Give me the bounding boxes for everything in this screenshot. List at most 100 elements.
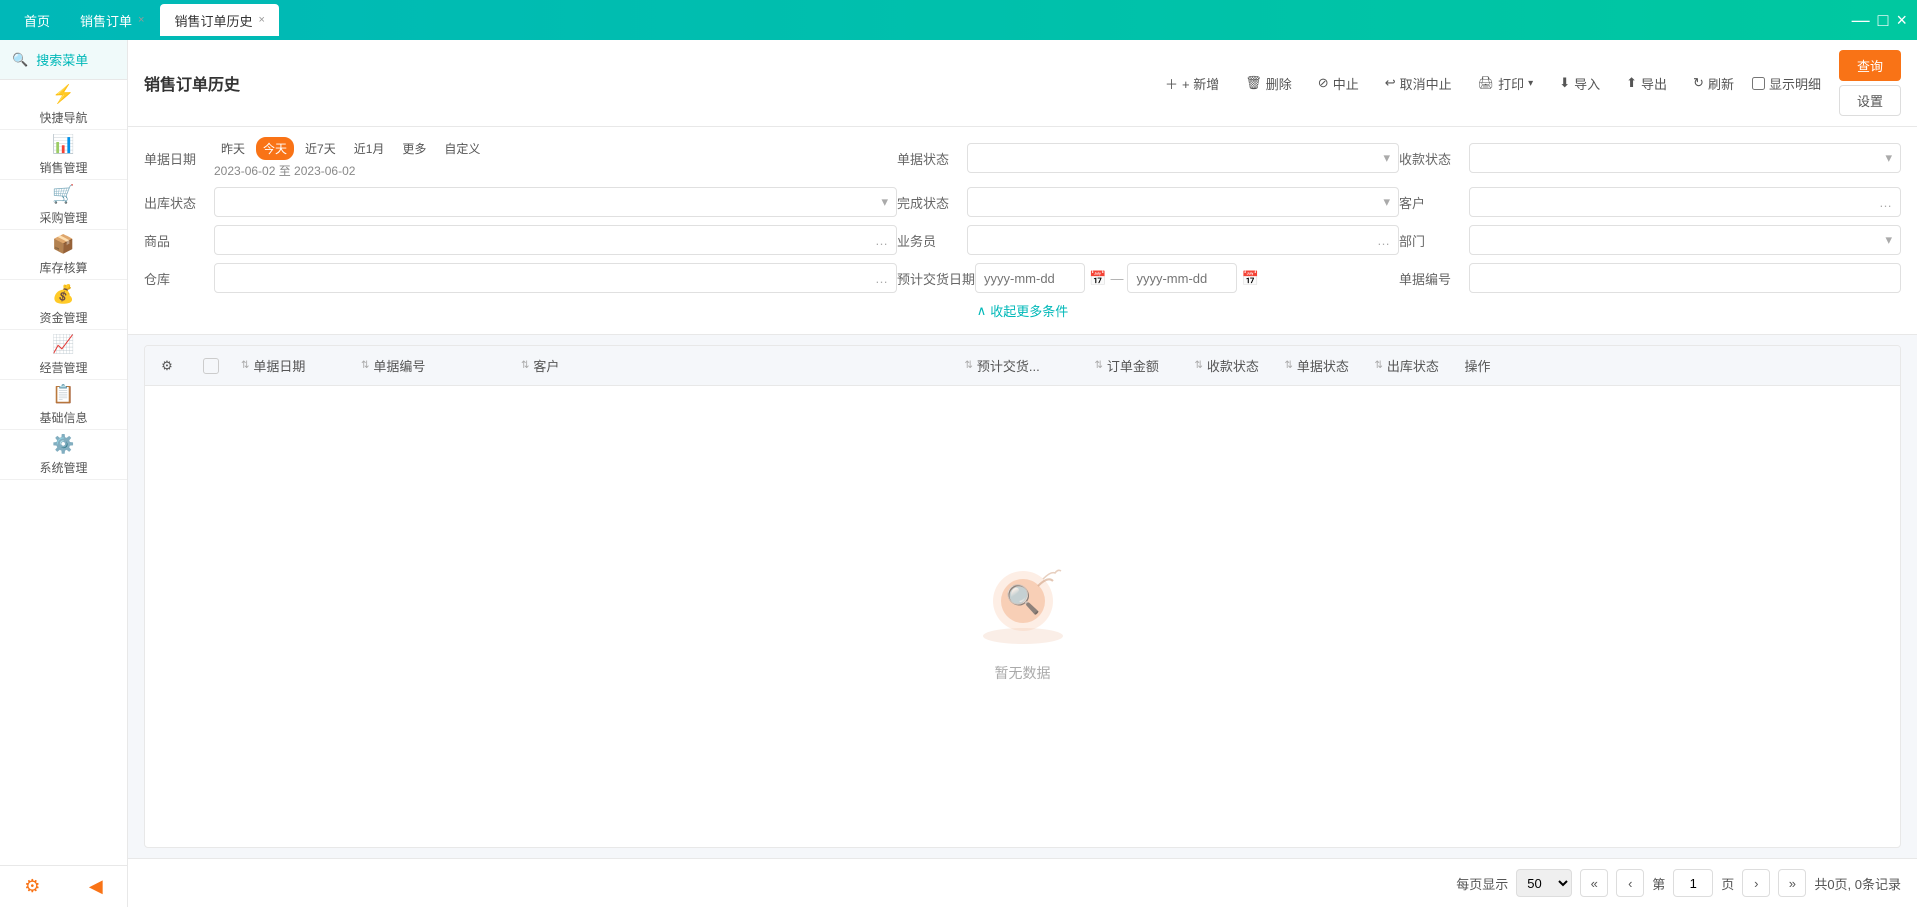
goods-more-btn[interactable]: … [875, 233, 888, 248]
next-page-btn[interactable]: › [1742, 869, 1770, 897]
toolbar: ＋ + 新增 🗑 删除 ⊘ 中止 ↩ 取消中止 🖨 打印 [1157, 50, 1901, 116]
first-page-btn[interactable]: « [1580, 869, 1608, 897]
sidebar-item-sales-mgmt-label: 销售管理 [39, 159, 87, 176]
pay-status-select[interactable]: ▾ [1469, 143, 1901, 173]
prev-page-btn[interactable]: ‹ [1616, 869, 1644, 897]
sidebar-item-quick-nav[interactable]: ⚡ 快捷导航 [0, 80, 127, 130]
sidebar-collapse-btn[interactable]: ◀ [89, 876, 103, 897]
cancel-stop-button[interactable]: ↩ 取消中止 [1377, 70, 1460, 97]
date-quick-1month[interactable]: 近1月 [347, 137, 392, 160]
out-status-label: 出库状态 [144, 193, 214, 212]
purchase-mgmt-icon: 🛒 [52, 184, 74, 205]
cancel-stop-label: 取消中止 [1400, 74, 1452, 93]
sidebar-item-finance[interactable]: 💰 资金管理 [0, 280, 127, 330]
th-doc-status-label: 单据状态 [1297, 356, 1349, 375]
refresh-label: 刷新 [1708, 74, 1734, 93]
header-checkbox[interactable] [203, 358, 219, 374]
delete-button[interactable]: 🗑 删除 [1237, 70, 1300, 97]
sidebar-item-quick-nav-label: 快捷导航 [39, 109, 87, 126]
dept-select[interactable]: ▾ [1469, 225, 1901, 255]
sidebar-settings-btn[interactable]: ⚙ [24, 876, 40, 897]
sidebar-item-sales-mgmt[interactable]: 📊 销售管理 [0, 130, 127, 180]
th-doc-status[interactable]: ⇅ 单据状态 [1277, 356, 1367, 375]
query-button[interactable]: 查询 [1839, 50, 1901, 81]
collapse-button[interactable]: ∧ 收起更多条件 [144, 301, 1901, 320]
import-button[interactable]: ⬇ 导入 [1551, 70, 1608, 97]
filter-doc-status: 单据状态 ▾ [897, 143, 1399, 173]
sidebar-item-purchase-mgmt[interactable]: 🛒 采购管理 [0, 180, 127, 230]
cancel-stop-icon: ↩ [1385, 75, 1396, 91]
display-detail-input[interactable] [1752, 77, 1765, 90]
th-pay-status[interactable]: ⇅ 收款状态 [1187, 356, 1277, 375]
stop-label: 中止 [1333, 74, 1359, 93]
date-quick-more[interactable]: 更多 [395, 137, 433, 160]
tab-sales-order-history-close[interactable]: × [258, 14, 264, 26]
import-label: 导入 [1574, 74, 1600, 93]
th-delivery[interactable]: ⇅ 预计交货... [957, 356, 1087, 375]
tab-sales-order[interactable]: 销售订单 × [66, 4, 158, 36]
sidebar-item-basic-info[interactable]: 📋 基础信息 [0, 380, 127, 430]
th-date[interactable]: ⇅ 单据日期 [233, 356, 353, 375]
sidebar-item-system[interactable]: ⚙️ 系统管理 [0, 430, 127, 480]
tab-home[interactable]: 首页 [10, 4, 64, 36]
inventory-icon: 📦 [52, 234, 74, 255]
date-quick-today[interactable]: 今天 [256, 137, 294, 160]
th-amount[interactable]: ⇅ 订单金额 [1087, 356, 1187, 375]
top-bar-right: — □ × [1852, 10, 1907, 31]
doc-date-label: 单据日期 [144, 149, 214, 168]
tab-sales-order-close[interactable]: × [138, 14, 144, 26]
th-settings[interactable]: ⚙ [145, 358, 189, 374]
sidebar: 🔍 搜索菜单 ⚡ 快捷导航 📊 销售管理 🛒 采购管理 📦 库存核算 💰 资金管… [0, 40, 128, 907]
sidebar-item-inventory[interactable]: 📦 库存核算 [0, 230, 127, 280]
sort-number-icon: ⇅ [361, 360, 369, 371]
quick-nav-icon: ⚡ [52, 84, 74, 105]
doc-status-select[interactable]: ▾ [967, 143, 1399, 173]
tab-sales-order-history-label: 销售订单历史 [174, 11, 252, 30]
table-area: ⚙ ⇅ 单据日期 ⇅ 单据编号 ⇅ 客户 [128, 335, 1917, 858]
sidebar-search[interactable]: 🔍 搜索菜单 [0, 40, 127, 80]
delivery-date-to[interactable] [1127, 263, 1237, 293]
refresh-button[interactable]: ↻ 刷新 [1685, 70, 1742, 97]
warehouse-more-btn[interactable]: … [875, 271, 888, 286]
page-number-input[interactable] [1673, 869, 1713, 897]
window-minimize-icon[interactable]: — [1852, 10, 1870, 31]
th-action: 操作 [1457, 356, 1901, 375]
th-check[interactable] [189, 358, 233, 374]
window-close-icon[interactable]: × [1896, 10, 1907, 31]
out-status-select[interactable]: ▾ [214, 187, 897, 217]
last-page-btn[interactable]: » [1778, 869, 1806, 897]
delivery-date-from[interactable] [975, 263, 1085, 293]
th-out-status[interactable]: ⇅ 出库状态 [1367, 356, 1457, 375]
date-quick-buttons: 昨天 今天 近7天 近1月 更多 自定义 [214, 137, 487, 160]
tab-sales-order-history[interactable]: 销售订单历史 × [160, 4, 278, 36]
export-button[interactable]: ⬆ 导出 [1618, 70, 1675, 97]
calendar-from-icon[interactable]: 📅 [1089, 270, 1106, 287]
warehouse-label: 仓库 [144, 269, 214, 288]
customer-more-btn[interactable]: … [1879, 195, 1892, 210]
page-header: 销售订单历史 ＋ + 新增 🗑 删除 ⊘ 中止 ↩ 取消中止 [128, 40, 1917, 127]
sidebar-item-operations[interactable]: 📈 经营管理 [0, 330, 127, 380]
salesperson-more-btn[interactable]: … [1377, 233, 1390, 248]
th-number[interactable]: ⇅ 单据编号 [353, 356, 513, 375]
th-amount-label: 订单金额 [1107, 356, 1159, 375]
per-page-select[interactable]: 50 20 100 [1516, 869, 1572, 897]
display-detail-checkbox[interactable]: 显示明细 [1752, 74, 1821, 93]
calendar-to-icon[interactable]: 📅 [1241, 270, 1258, 287]
sidebar-bottom: ⚙ ◀ [0, 865, 127, 907]
complete-status-select[interactable]: ▾ [967, 187, 1399, 217]
th-customer[interactable]: ⇅ 客户 [513, 356, 957, 375]
dept-chevron-icon: ▾ [1885, 232, 1892, 248]
add-button[interactable]: ＋ + 新增 [1157, 70, 1227, 97]
settings-button[interactable]: 设置 [1839, 85, 1901, 116]
date-quick-yesterday[interactable]: 昨天 [214, 137, 252, 160]
filter-salesperson: 业务员 … [897, 225, 1399, 255]
th-date-label: 单据日期 [253, 356, 305, 375]
date-quick-custom[interactable]: 自定义 [437, 137, 487, 160]
system-icon: ⚙️ [52, 434, 74, 455]
sales-mgmt-icon: 📊 [52, 134, 74, 155]
stop-button[interactable]: ⊘ 中止 [1310, 70, 1367, 97]
window-maximize-icon[interactable]: □ [1878, 10, 1889, 31]
print-button[interactable]: 🖨 打印 ▾ [1470, 70, 1542, 97]
date-quick-7days[interactable]: 近7天 [298, 137, 343, 160]
doc-number-input[interactable] [1469, 263, 1901, 293]
